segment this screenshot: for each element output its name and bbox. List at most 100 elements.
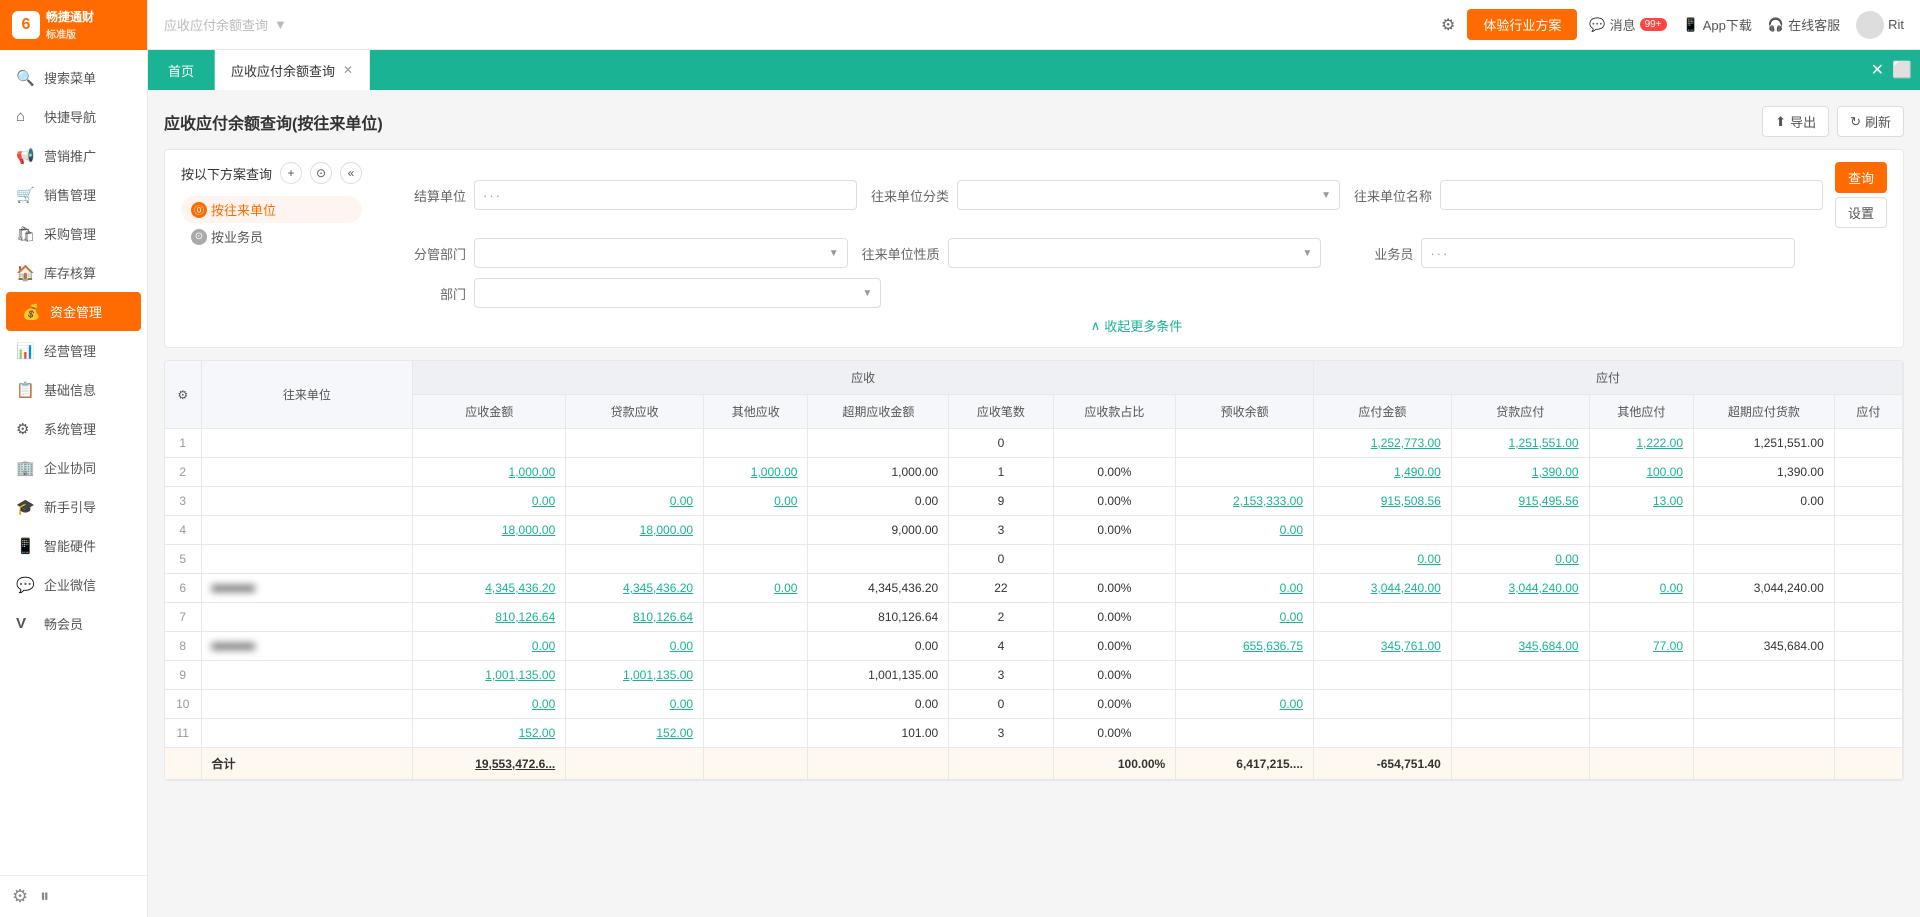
row-ap-other[interactable]: 1,222.00 [1589, 429, 1693, 458]
filter-input-dept[interactable]: ▼ [474, 238, 848, 268]
th-settings[interactable]: ⚙ [165, 361, 201, 429]
row-ap-other[interactable] [1589, 719, 1693, 748]
filter-add-btn[interactable]: + [280, 162, 302, 184]
row-ar-other[interactable] [704, 603, 808, 632]
row-ap-other[interactable]: 13.00 [1589, 487, 1693, 516]
filter-scheme-by-partner[interactable]: ⓪ 按往来单位 [181, 196, 362, 223]
row-advance[interactable]: 0.00 [1176, 516, 1314, 545]
row-ap-loan[interactable]: 915,495.56 [1451, 487, 1589, 516]
row-ap-amount[interactable]: 1,252,773.00 [1314, 429, 1452, 458]
row-ar-other[interactable] [704, 516, 808, 545]
tab-close-icon[interactable]: ✕ [343, 63, 353, 77]
table-settings-icon[interactable]: ⚙ [177, 388, 188, 402]
row-ap-amount[interactable] [1314, 603, 1452, 632]
row-ap-loan[interactable]: 345,684.00 [1451, 632, 1589, 661]
row-ar-loan[interactable]: 0.00 [566, 690, 704, 719]
sidebar-item-search[interactable]: 🔍搜索菜单 [0, 58, 147, 97]
row-ap-other[interactable]: 77.00 [1589, 632, 1693, 661]
row-ar-loan[interactable]: 1,001,135.00 [566, 661, 704, 690]
row-ar-amount[interactable]: 0.00 [413, 487, 566, 516]
tab-ar-query[interactable]: 应收应付余额查询 ✕ [215, 50, 370, 90]
row-ap-other[interactable]: 100.00 [1589, 458, 1693, 487]
row-advance[interactable]: 0.00 [1176, 690, 1314, 719]
collapse-more-conditions[interactable]: ∧ 收起更多条件 [386, 316, 1887, 335]
row-ar-loan[interactable]: 810,126.64 [566, 603, 704, 632]
row-ar-other[interactable] [704, 545, 808, 574]
row-ap-loan[interactable] [1451, 719, 1589, 748]
row-ar-loan[interactable]: 4,345,436.20 [566, 574, 704, 603]
row-ar-other[interactable]: 1,000.00 [704, 458, 808, 487]
row-ar-loan[interactable] [566, 429, 704, 458]
row-advance[interactable] [1176, 661, 1314, 690]
row-advance[interactable] [1176, 719, 1314, 748]
filter-input-settlement[interactable]: ··· [474, 180, 857, 210]
row-ar-loan[interactable]: 152.00 [566, 719, 704, 748]
filter-scheme-by-salesperson[interactable]: ⊙ 按业务员 [181, 223, 362, 250]
row-ap-loan[interactable]: 1,251,551.00 [1451, 429, 1589, 458]
row-ap-other[interactable] [1589, 603, 1693, 632]
row-ap-amount[interactable] [1314, 516, 1452, 545]
row-ap-other[interactable] [1589, 661, 1693, 690]
row-ar-other[interactable] [704, 632, 808, 661]
sidebar-settings-icon[interactable]: ⚙ [12, 886, 28, 907]
promo-button[interactable]: 体验行业方案 [1467, 9, 1577, 40]
row-ar-other[interactable]: 0.00 [704, 487, 808, 516]
row-advance[interactable] [1176, 458, 1314, 487]
summary-ar-amount[interactable]: 19,553,472.6... [413, 748, 566, 780]
refresh-button[interactable]: ↻ 刷新 [1837, 106, 1904, 137]
row-ap-amount[interactable]: 0.00 [1314, 545, 1452, 574]
row-ap-loan[interactable] [1451, 603, 1589, 632]
query-button[interactable]: 查询 [1835, 162, 1887, 193]
filter-edit-btn[interactable]: ⊙ [310, 162, 332, 184]
sidebar-item-enterprise[interactable]: 🏢企业协同 [0, 448, 147, 487]
row-ap-amount[interactable] [1314, 690, 1452, 719]
export-button[interactable]: ⬆ 导出 [1762, 106, 1829, 137]
row-ar-amount[interactable]: 810,126.64 [413, 603, 566, 632]
sidebar-item-smart-hw[interactable]: 📱智能硬件 [0, 526, 147, 565]
row-ar-loan[interactable]: 0.00 [566, 487, 704, 516]
row-ar-other[interactable]: 0.00 [704, 574, 808, 603]
sidebar-item-operations[interactable]: 📊经营管理 [0, 331, 147, 370]
sidebar-item-inventory[interactable]: 🏠库存核算 [0, 253, 147, 292]
row-ar-amount[interactable]: 1,000.00 [413, 458, 566, 487]
row-ap-other[interactable]: 0.00 [1589, 574, 1693, 603]
row-ar-other[interactable] [704, 719, 808, 748]
tab-close-all-button[interactable]: ✕ [1871, 60, 1884, 80]
row-ar-amount[interactable] [413, 545, 566, 574]
sidebar-item-member[interactable]: V畅会员 [0, 604, 147, 643]
row-advance[interactable] [1176, 545, 1314, 574]
sidebar-item-basic[interactable]: 📋基础信息 [0, 370, 147, 409]
sidebar-item-marketing[interactable]: 📢营销推广 [0, 136, 147, 175]
sidebar-item-quick-nav[interactable]: ⌂快捷导航 [0, 97, 147, 136]
row-ar-loan[interactable] [566, 458, 704, 487]
row-ap-loan[interactable]: 0.00 [1451, 545, 1589, 574]
row-ap-amount[interactable]: 915,508.56 [1314, 487, 1452, 516]
row-ar-loan[interactable]: 18,000.00 [566, 516, 704, 545]
row-ap-amount[interactable]: 1,490.00 [1314, 458, 1452, 487]
filter-input-subdept[interactable]: ▼ [474, 278, 881, 308]
row-ar-loan[interactable] [566, 545, 704, 574]
row-ar-amount[interactable]: 152.00 [413, 719, 566, 748]
row-ap-loan[interactable] [1451, 661, 1589, 690]
filter-input-partner-nature[interactable]: ▼ [948, 238, 1322, 268]
row-ar-other[interactable] [704, 661, 808, 690]
row-ar-other[interactable] [704, 690, 808, 719]
row-ar-amount[interactable]: 4,345,436.20 [413, 574, 566, 603]
user-item[interactable]: Rit [1856, 11, 1904, 39]
row-ap-amount[interactable] [1314, 661, 1452, 690]
filter-input-partner-name[interactable] [1440, 180, 1823, 210]
row-advance[interactable]: 0.00 [1176, 574, 1314, 603]
sidebar-item-guide[interactable]: 🎓新手引导 [0, 487, 147, 526]
row-advance[interactable]: 0.00 [1176, 603, 1314, 632]
row-ar-amount[interactable]: 1,001,135.00 [413, 661, 566, 690]
row-advance[interactable]: 655,636.75 [1176, 632, 1314, 661]
sidebar-collapse-icon[interactable]: ⏸ [40, 886, 49, 907]
sidebar-item-wechat[interactable]: 💬企业微信 [0, 565, 147, 604]
row-advance[interactable]: 2,153,333.00 [1176, 487, 1314, 516]
row-ap-other[interactable] [1589, 690, 1693, 719]
settings-button[interactable]: 设置 [1835, 197, 1887, 228]
row-ar-loan[interactable]: 0.00 [566, 632, 704, 661]
row-advance[interactable] [1176, 429, 1314, 458]
sidebar-item-sales[interactable]: 🛒销售管理 [0, 175, 147, 214]
row-ar-amount[interactable] [413, 429, 566, 458]
